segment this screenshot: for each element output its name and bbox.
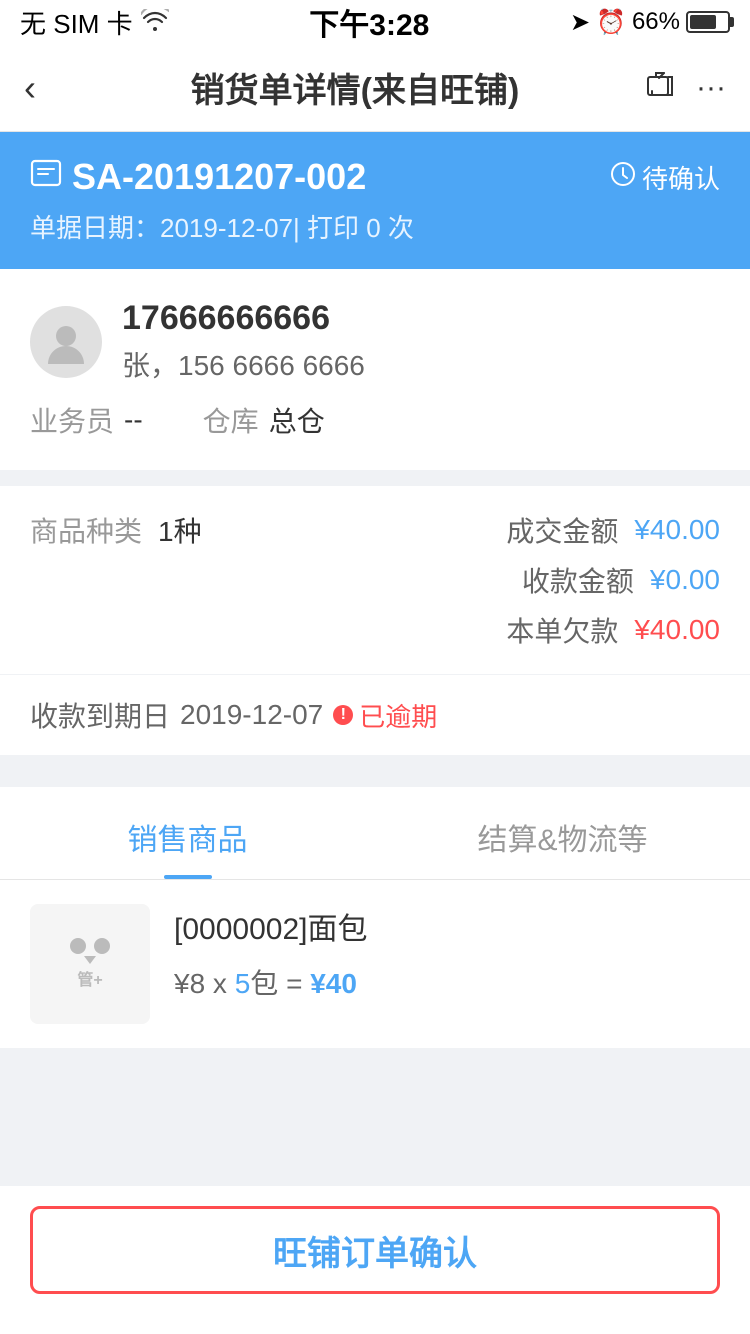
amount-row-1: 收款金额 ¥0.00 [522, 560, 720, 600]
bottom-bar: 旺铺订单确认 [0, 1186, 750, 1334]
nav-bar: ‹ 销货单详情(来自旺铺) ··· [0, 44, 750, 132]
customer-phone: 17666666666 [122, 299, 720, 338]
product-kind: 商品种类 1种 [30, 510, 202, 550]
carrier-text: 无 SIM 卡 [20, 4, 133, 41]
order-icon [30, 159, 62, 195]
amounts-list: 成交金额 ¥40.00 收款金额 ¥0.00 本单欠款 ¥40.00 [506, 510, 720, 650]
battery-icon [686, 11, 730, 33]
clock-icon [610, 161, 636, 194]
location-icon: ➤ [570, 8, 590, 37]
status-right: ➤ ⏰ 66% [570, 8, 730, 37]
product-image: 管+ [30, 904, 150, 1024]
overdue-text: 已逾期 [359, 697, 437, 734]
order-banner: SA-20191207-002 待确认 单据日期：2019-12-07| 打印 … [0, 132, 750, 269]
amount-label-2: 本单欠款 [506, 610, 618, 650]
product-kind-value: 1种 [158, 510, 202, 550]
tab-products[interactable]: 销售商品 [0, 787, 375, 879]
tabs-section: 销售商品 结算&物流等 [0, 787, 750, 880]
amount-row-0: 成交金额 ¥40.00 [506, 510, 720, 550]
amount-row-2: 本单欠款 ¥40.00 [506, 610, 720, 650]
owl-beak [84, 956, 96, 964]
warehouse-item: 仓库 总仓 [203, 400, 325, 440]
equals-text: = [278, 968, 310, 999]
nav-actions: ··· [626, 69, 726, 107]
avatar [30, 306, 102, 378]
customer-info: 17666666666 张，156 6666 6666 [122, 299, 720, 384]
divider-2 [0, 755, 750, 771]
warehouse-value: 总仓 [269, 400, 325, 440]
unit-text: 包 [250, 968, 278, 999]
customer-name: 张，156 6666 6666 [122, 344, 720, 384]
summary-section: 商品种类 1种 成交金额 ¥40.00 收款金额 ¥0.00 本单欠款 ¥40.… [0, 486, 750, 674]
customer-meta: 业务员 -- 仓库 总仓 [30, 400, 720, 440]
status-time: 下午3:28 [309, 0, 429, 44]
battery-text: 66% [632, 8, 680, 36]
product-name: [0000002]面包 [174, 904, 720, 948]
owl-eye-left [70, 938, 86, 954]
divider-1 [0, 470, 750, 486]
qty-value: 5 [235, 968, 251, 999]
more-icon[interactable]: ··· [696, 71, 726, 105]
tab-settlement[interactable]: 结算&物流等 [375, 787, 750, 879]
salesperson-label: 业务员 [30, 400, 114, 440]
due-date-value: 2019-12-07 [180, 699, 323, 731]
page-title: 销货单详情(来自旺铺) [84, 63, 626, 112]
order-date: 单据日期：2019-12-07| 打印 0 次 [30, 208, 720, 245]
status-carrier: 无 SIM 卡 [20, 4, 169, 41]
product-price-row: ¥8 x 5包 = ¥40 [174, 962, 720, 1002]
order-id: SA-20191207-002 [30, 156, 366, 198]
amount-value-1: ¥0.00 [650, 564, 720, 596]
warehouse-label: 仓库 [203, 400, 259, 440]
due-date-section: 收款到期日 2019-12-07 ! 已逾期 [0, 674, 750, 755]
wifi-icon [141, 7, 169, 38]
confirm-button[interactable]: 旺铺订单确认 [30, 1206, 720, 1294]
amount-value-2: ¥40.00 [634, 614, 720, 646]
salesperson-item: 业务员 -- [30, 400, 143, 440]
product-section: 管+ [0000002]面包 ¥8 x 5包 = ¥40 [0, 880, 750, 1048]
overdue-icon: ! [333, 705, 353, 725]
back-button[interactable]: ‹ [24, 67, 84, 109]
status-bar: 无 SIM 卡 下午3:28 ➤ ⏰ 66% [0, 0, 750, 44]
total-price: ¥40 [310, 968, 357, 999]
order-status: 待确认 [610, 159, 720, 196]
overdue-badge: ! 已逾期 [333, 697, 437, 734]
alarm-icon: ⏰ [596, 8, 626, 37]
customer-section: 17666666666 张，156 6666 6666 业务员 -- 仓库 总仓 [0, 269, 750, 470]
product-logo: 管+ [70, 938, 110, 990]
amount-label-1: 收款金额 [522, 560, 634, 600]
amount-label-0: 成交金额 [506, 510, 618, 550]
price-base: ¥8 x [174, 968, 235, 999]
product-item: 管+ [0000002]面包 ¥8 x 5包 = ¥40 [30, 904, 720, 1024]
salesperson-value: -- [124, 404, 143, 436]
owl-text: 管+ [77, 966, 102, 990]
product-kind-label: 商品种类 [30, 510, 142, 550]
share-icon[interactable] [646, 69, 676, 107]
owl-eye-right [94, 938, 110, 954]
amount-value-0: ¥40.00 [634, 514, 720, 546]
due-date-label: 收款到期日 [30, 695, 170, 735]
product-info: [0000002]面包 ¥8 x 5包 = ¥40 [174, 904, 720, 1002]
